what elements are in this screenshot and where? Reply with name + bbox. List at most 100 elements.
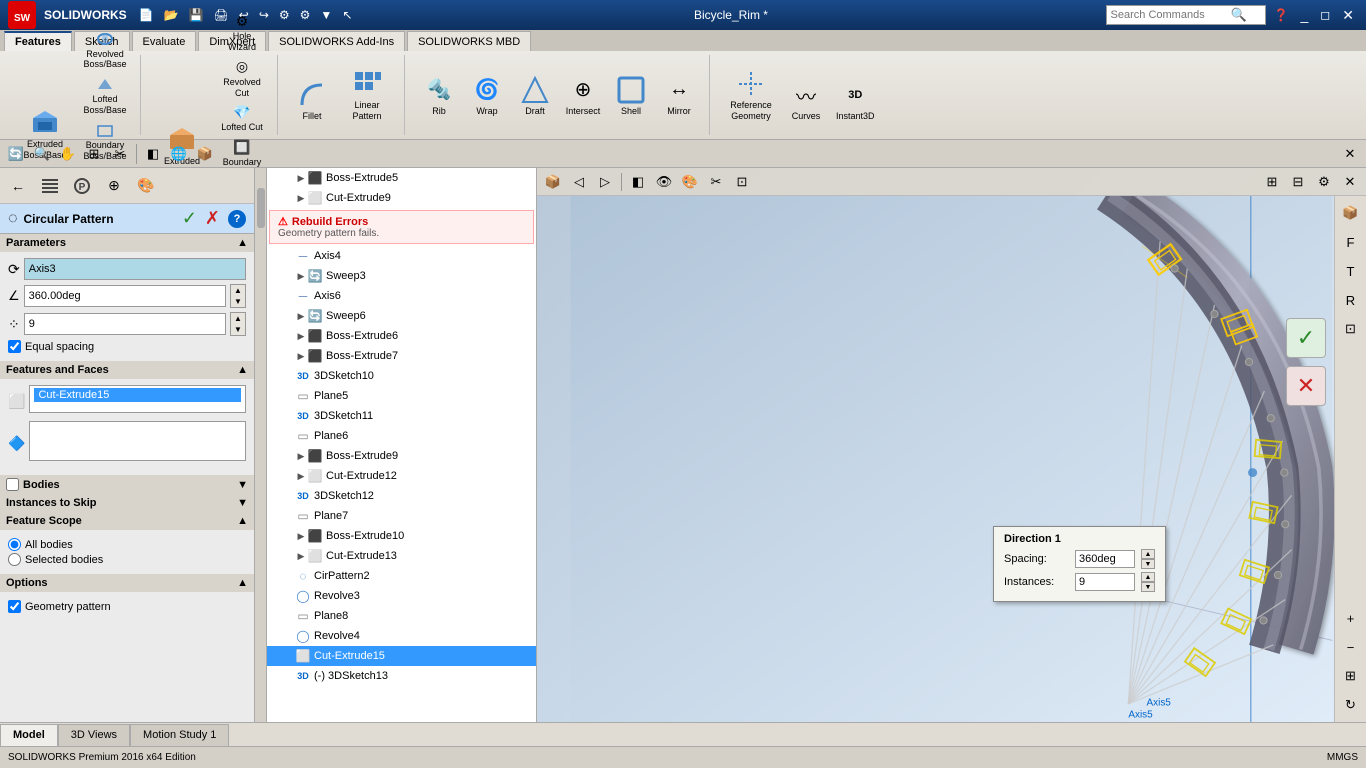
tree-axis6[interactable]: ─ Axis6 bbox=[267, 286, 536, 306]
view-cube-button[interactable]: 📦 bbox=[1338, 200, 1364, 226]
revolved-boss-button[interactable]: Revolved Boss/Base bbox=[78, 28, 132, 72]
restore-button[interactable]: ◻ bbox=[1316, 6, 1334, 24]
instances-down-button[interactable]: ▼ bbox=[1141, 582, 1155, 592]
feature-scope-header[interactable]: Feature Scope ▲ bbox=[0, 512, 254, 530]
bodies-checkbox[interactable] bbox=[6, 478, 19, 491]
options-button[interactable]: ⚙ bbox=[296, 6, 315, 24]
rotate-cw-button[interactable]: ↻ bbox=[1338, 692, 1364, 718]
hide-show-button[interactable]: 👁 bbox=[652, 170, 676, 194]
vp-maximize-button[interactable]: ⊟ bbox=[1286, 170, 1310, 194]
tree-plane8[interactable]: ▭ Plane8 bbox=[267, 606, 536, 626]
tree-plane6[interactable]: ▭ Plane6 bbox=[267, 426, 536, 446]
tree-expand-boss10[interactable]: ▶ bbox=[295, 530, 307, 542]
tree-expand-boss5[interactable]: ▶ bbox=[295, 172, 307, 184]
tree-boss-extrude6[interactable]: ▶ ⬛ Boss-Extrude6 bbox=[267, 326, 536, 346]
tab-3dviews[interactable]: 3D Views bbox=[58, 724, 130, 746]
tree-revolve3[interactable]: ◯ Revolve3 bbox=[267, 586, 536, 606]
tab-motion-study[interactable]: Motion Study 1 bbox=[130, 724, 229, 746]
zoom-out-button[interactable]: − bbox=[1338, 634, 1364, 660]
tree-expand-boss7[interactable]: ▶ bbox=[295, 350, 307, 362]
fillet-button[interactable]: Fillet bbox=[290, 77, 334, 124]
angle-input[interactable] bbox=[24, 285, 226, 307]
lofted-cut-button[interactable]: 💎 Lofted Cut bbox=[215, 101, 269, 134]
instances-header[interactable]: Instances to Skip ▼ bbox=[0, 494, 254, 512]
axis-input[interactable] bbox=[24, 258, 246, 280]
tree-3dsketch10[interactable]: 3D 3DSketch10 bbox=[267, 366, 536, 386]
instances-up-button[interactable]: ▲ bbox=[1141, 572, 1155, 582]
tree-cut-extrude9[interactable]: ▶ ⬜ Cut-Extrude9 bbox=[267, 188, 536, 208]
display-manager-button[interactable]: 🎨 bbox=[132, 172, 160, 200]
viewport-cancel-button[interactable]: ✕ bbox=[1286, 366, 1326, 406]
count-input[interactable] bbox=[24, 313, 226, 335]
tree-expand-cut9[interactable]: ▶ bbox=[295, 192, 307, 204]
front-view-button[interactable]: F bbox=[1338, 229, 1364, 255]
prev-view-button[interactable]: ◁ bbox=[567, 170, 591, 194]
ref-geometry-button[interactable]: Reference Geometry bbox=[722, 66, 780, 124]
tab-model[interactable]: Model bbox=[0, 724, 58, 746]
edit-appearance-button[interactable]: 🎨 bbox=[678, 170, 702, 194]
options-header[interactable]: Options ▲ bbox=[0, 574, 254, 592]
draft-button[interactable]: Draft bbox=[513, 72, 557, 119]
cp-help-button[interactable]: ? bbox=[228, 210, 246, 228]
cp-ok-button[interactable]: ✓ bbox=[182, 208, 197, 229]
all-bodies-radio[interactable] bbox=[8, 538, 21, 551]
shell-button[interactable]: Shell bbox=[609, 72, 653, 119]
vp-settings-button[interactable]: ⚙ bbox=[1312, 170, 1336, 194]
linear-pattern-button[interactable]: Linear Pattern bbox=[338, 66, 396, 124]
tree-boss-extrude5[interactable]: ▶ ⬛ Boss-Extrude5 bbox=[267, 168, 536, 188]
top-view-button[interactable]: T bbox=[1338, 258, 1364, 284]
tree-cut-extrude15[interactable]: ⬜ Cut-Extrude15 bbox=[267, 646, 536, 666]
tree-3dsketch12[interactable]: 3D 3DSketch12 bbox=[267, 486, 536, 506]
tree-expand-boss6[interactable]: ▶ bbox=[295, 330, 307, 342]
count-down-button[interactable]: ▼ bbox=[231, 324, 245, 335]
vp-restore-button[interactable]: ⊞ bbox=[1260, 170, 1284, 194]
rebuild-button[interactable]: ⚙ bbox=[275, 6, 294, 24]
tree-boss-extrude9[interactable]: ▶ ⬛ Boss-Extrude9 bbox=[267, 446, 536, 466]
tree-sweep6[interactable]: ▶ 🔄 Sweep6 bbox=[267, 306, 536, 326]
hole-wizard-button[interactable]: ⚙ Hole Wizard bbox=[215, 10, 269, 54]
view-orient-vp-button[interactable]: 📦 bbox=[541, 170, 565, 194]
tree-cut-extrude13[interactable]: ▶ ⬜ Cut-Extrude13 bbox=[267, 546, 536, 566]
section-view-button[interactable]: ✂ bbox=[704, 170, 728, 194]
help-button[interactable]: ❓ bbox=[1270, 6, 1293, 24]
close-button[interactable]: ✕ bbox=[1338, 5, 1358, 26]
vp-close-button[interactable]: ✕ bbox=[1338, 170, 1362, 194]
wrap-button[interactable]: 🌀 Wrap bbox=[465, 72, 509, 119]
parameters-header[interactable]: Parameters ▲ bbox=[0, 234, 254, 252]
search-box[interactable]: 🔍 bbox=[1106, 5, 1266, 25]
tree-revolve4[interactable]: ◯ Revolve4 bbox=[267, 626, 536, 646]
tree-axis4[interactable]: ─ Axis4 bbox=[267, 246, 536, 266]
select-tool[interactable]: ↖ bbox=[338, 6, 356, 24]
mirror-button[interactable]: ↔ Mirror bbox=[657, 72, 701, 119]
feature-manager-button[interactable] bbox=[36, 172, 64, 200]
spacing-up-button[interactable]: ▲ bbox=[1141, 549, 1155, 559]
display-style-button[interactable]: ◧ bbox=[141, 142, 165, 166]
next-view-button[interactable]: ▷ bbox=[593, 170, 617, 194]
bodies-header[interactable]: Bodies ▼ bbox=[0, 475, 254, 494]
more-qa[interactable]: ▼ bbox=[316, 6, 336, 24]
display-mode-button[interactable]: ◧ bbox=[626, 170, 650, 194]
right-view-button[interactable]: R bbox=[1338, 287, 1364, 313]
tab-mbd[interactable]: SOLIDWORKS MBD bbox=[407, 31, 531, 51]
intersect-button[interactable]: ⊕ Intersect bbox=[561, 72, 605, 119]
tree-sweep3[interactable]: ▶ 🔄 Sweep3 bbox=[267, 266, 536, 286]
curves-button[interactable]: 〰 Curves bbox=[784, 77, 828, 124]
scene-button[interactable]: 🌐 bbox=[167, 142, 191, 166]
property-manager-button[interactable]: P bbox=[68, 172, 96, 200]
tree-cirpattern2[interactable]: ◌ CirPattern2 bbox=[267, 566, 536, 586]
view-focus-button[interactable]: ⊡ bbox=[730, 170, 754, 194]
spacing-down-button[interactable]: ▼ bbox=[1141, 559, 1155, 569]
angle-up-button[interactable]: ▲ bbox=[231, 285, 245, 296]
geometry-pattern-checkbox[interactable] bbox=[8, 600, 21, 613]
rotate-view-button[interactable]: 🔄 bbox=[4, 142, 28, 166]
viewport-ok-button[interactable]: ✓ bbox=[1286, 318, 1326, 358]
view-close-button[interactable]: ✕ bbox=[1338, 142, 1362, 166]
tree-cut-extrude12[interactable]: ▶ ⬜ Cut-Extrude12 bbox=[267, 466, 536, 486]
tree-plane5[interactable]: ▭ Plane5 bbox=[267, 386, 536, 406]
tree-expand-boss9[interactable]: ▶ bbox=[295, 450, 307, 462]
selected-features-box[interactable]: Cut-Extrude15 bbox=[29, 385, 246, 413]
zoom-in-button[interactable]: + bbox=[1338, 605, 1364, 631]
features-faces-header[interactable]: Features and Faces ▲ bbox=[0, 361, 254, 379]
revolved-cut-button[interactable]: ◎ Revolved Cut bbox=[215, 56, 269, 100]
section-button[interactable]: ✂ bbox=[108, 142, 132, 166]
